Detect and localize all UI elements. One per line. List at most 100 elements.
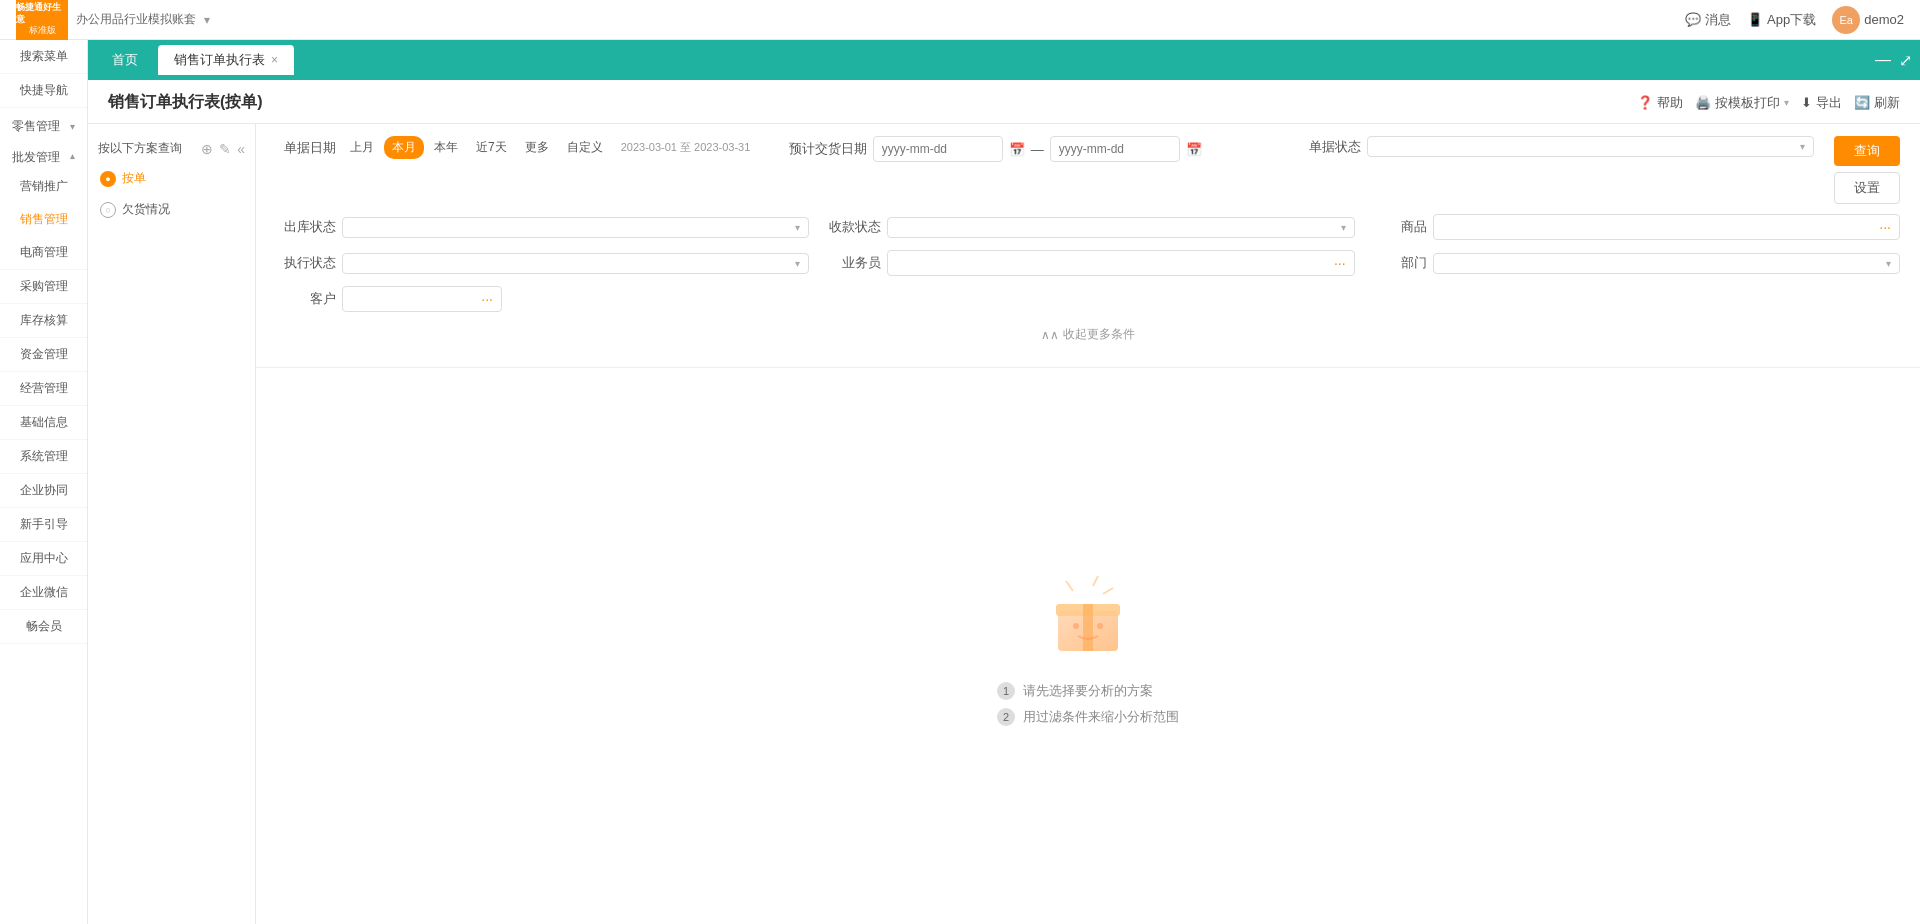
sidebar-item-finance[interactable]: 资金管理: [0, 338, 87, 372]
logo-text: 畅捷通好生意: [16, 2, 68, 25]
forecast-date-end[interactable]: [1050, 136, 1180, 162]
add-scheme-icon[interactable]: ⊕: [201, 141, 213, 157]
calendar-start-icon[interactable]: 📅: [1009, 142, 1025, 157]
quick-btn-last-month[interactable]: 上月: [342, 136, 382, 159]
wholesale-label: 批发管理: [12, 149, 60, 166]
dept-group: 部门 ▾: [1367, 253, 1900, 274]
backorder-icon: ○: [100, 202, 116, 218]
export-label: 导出: [1816, 94, 1842, 112]
tab-close-icon[interactable]: ×: [271, 53, 278, 67]
quick-btn-more[interactable]: 更多: [517, 136, 557, 159]
sidebar-item-inventory[interactable]: 库存核算: [0, 304, 87, 338]
collapse-conditions-btn[interactable]: ∧∧ 收起更多条件: [276, 318, 1900, 355]
sidebar-item-appstore[interactable]: 应用中心: [0, 542, 87, 576]
topbar: 畅捷通好生意 标准版 办公用品行业模拟账套 ▾ 💬 消息 📱 App下载 Ea …: [0, 0, 1920, 40]
help-btn[interactable]: ❓ 帮助: [1637, 94, 1683, 112]
sidebar-item-search[interactable]: 搜索菜单: [0, 40, 87, 74]
status-select[interactable]: ▾: [1367, 136, 1814, 157]
dept-select[interactable]: ▾: [1433, 253, 1900, 274]
sidebar-item-operations[interactable]: 经营管理: [0, 372, 87, 406]
empty-tips: 1 请先选择要分析的方案 2 用过滤条件来缩小分析范围: [997, 682, 1179, 726]
content-area: 首页 销售订单执行表 × — ⤢ 销售订单执行表(按单) ❓ 帮助: [88, 40, 1920, 924]
user-menu[interactable]: Ea demo2: [1832, 6, 1904, 34]
help-label: 帮助: [1657, 94, 1683, 112]
export-icon: ⬇: [1801, 95, 1812, 110]
collect-select[interactable]: ▾: [887, 217, 1354, 238]
date-label: 单据日期: [276, 139, 336, 157]
status-chevron-icon: ▾: [1800, 141, 1805, 152]
sidebar-item-wechat[interactable]: 企业微信: [0, 576, 87, 610]
quick-btn-7days[interactable]: 近7天: [468, 136, 515, 159]
forecast-date-start[interactable]: [873, 136, 1003, 162]
sidebar-item-purchase[interactable]: 采购管理: [0, 270, 87, 304]
wholesale-expand-icon: ▾: [70, 152, 75, 163]
customer-group: 客户 ···: [276, 286, 1900, 312]
filter-row-3: 执行状态 ▾ 业务员 ···: [276, 250, 1900, 276]
salesman-select[interactable]: ···: [887, 250, 1354, 276]
quick-btn-this-year[interactable]: 本年: [426, 136, 466, 159]
quick-btn-this-month[interactable]: 本月: [384, 136, 424, 159]
page-actions: ❓ 帮助 🖨️ 按模板打印 ▾ ⬇ 导出 🔄 刷新: [1637, 94, 1900, 112]
sidebar-item-enterprise[interactable]: 企业协同: [0, 474, 87, 508]
tab-maximize-btn[interactable]: ⤢: [1899, 51, 1912, 70]
app-icon: 📱: [1747, 12, 1763, 27]
exec-select[interactable]: ▾: [342, 253, 809, 274]
sidebar-item-quick-nav[interactable]: 快捷导航: [0, 74, 87, 108]
topbar-right: 💬 消息 📱 App下载 Ea demo2: [1685, 6, 1904, 34]
quick-nav-label: 快捷导航: [20, 83, 68, 97]
breadcrumb-arrow-icon[interactable]: ▾: [204, 13, 210, 27]
message-btn[interactable]: 💬 消息: [1685, 11, 1731, 29]
basic-label: 基础信息: [20, 415, 68, 429]
goods-select[interactable]: ···: [1433, 214, 1900, 240]
edit-scheme-icon[interactable]: ✎: [219, 141, 231, 157]
sidebar-item-wholesale[interactable]: 批发管理 ▾: [0, 139, 87, 170]
collapse-panel-icon[interactable]: «: [237, 141, 245, 157]
message-icon: 💬: [1685, 12, 1701, 27]
export-btn[interactable]: ⬇ 导出: [1801, 94, 1842, 112]
status-filter-group: 单据状态 ▾: [1301, 136, 1814, 157]
customer-select[interactable]: ···: [342, 286, 502, 312]
breadcrumb: 办公用品行业模拟账套: [76, 11, 196, 28]
quick-dates: 上月 本月 本年 近7天 更多 自定义: [342, 136, 611, 159]
sidebar: 搜索菜单 快捷导航 零售管理 ▾ 批发管理 ▾ 营销推广 销售管理 电商管理 采…: [0, 40, 88, 924]
guide-label: 新手引导: [20, 517, 68, 531]
appstore-label: 应用中心: [20, 551, 68, 565]
sidebar-item-system[interactable]: 系统管理: [0, 440, 87, 474]
print-dropdown-icon[interactable]: ▾: [1784, 97, 1789, 108]
marketing-label: 营销推广: [20, 178, 68, 195]
tab-minimize-btn[interactable]: —: [1875, 51, 1891, 70]
sidebar-item-basic[interactable]: 基础信息: [0, 406, 87, 440]
out-stock-select[interactable]: ▾: [342, 217, 809, 238]
sidebar-item-retail[interactable]: 零售管理 ▾: [0, 108, 87, 139]
sidebar-item-member[interactable]: 畅会员: [0, 610, 87, 644]
enterprise-label: 企业协同: [20, 483, 68, 497]
print-btn[interactable]: 🖨️ 按模板打印 ▾: [1695, 94, 1789, 112]
tab-home[interactable]: 首页: [96, 45, 154, 75]
main-right: 单据日期 上月 本月 本年 近7天 更多 自定义 2023-03-01 至 20…: [256, 124, 1920, 924]
tab-bar: 首页 销售订单执行表 × — ⤢: [88, 40, 1920, 80]
left-panel: 按以下方案查询 ⊕ ✎ « ● 按单 ○ 欠货情况: [88, 124, 256, 924]
sidebar-item-sales[interactable]: 销售管理: [0, 203, 87, 236]
sidebar-item-guide[interactable]: 新手引导: [0, 508, 87, 542]
panel-nav-by-order[interactable]: ● 按单: [88, 163, 255, 194]
avatar: Ea: [1832, 6, 1860, 34]
refresh-icon: 🔄: [1854, 95, 1870, 110]
search-button[interactable]: 查询: [1834, 136, 1900, 166]
tab-sales-order[interactable]: 销售订单执行表 ×: [158, 45, 294, 75]
page-title-row: 销售订单执行表(按单) ❓ 帮助 🖨️ 按模板打印 ▾ ⬇ 导出: [108, 92, 1900, 113]
goods-group: 商品 ···: [1367, 214, 1900, 240]
svg-point-6: [1073, 623, 1079, 629]
sidebar-item-marketing[interactable]: 营销推广: [0, 170, 87, 203]
exec-group: 执行状态 ▾: [276, 253, 809, 274]
tip-text-2: 用过滤条件来缩小分析范围: [1023, 708, 1179, 726]
panel-nav-backorder[interactable]: ○ 欠货情况: [88, 194, 255, 225]
ecommerce-label: 电商管理: [20, 245, 68, 259]
sidebar-item-ecommerce[interactable]: 电商管理: [0, 236, 87, 270]
refresh-btn[interactable]: 🔄 刷新: [1854, 94, 1900, 112]
date-dash: —: [1031, 142, 1044, 157]
settings-button[interactable]: 设置: [1834, 172, 1900, 204]
by-order-label: 按单: [122, 170, 146, 187]
calendar-end-icon[interactable]: 📅: [1186, 142, 1202, 157]
quick-btn-custom[interactable]: 自定义: [559, 136, 611, 159]
app-download-btn[interactable]: 📱 App下载: [1747, 11, 1816, 29]
